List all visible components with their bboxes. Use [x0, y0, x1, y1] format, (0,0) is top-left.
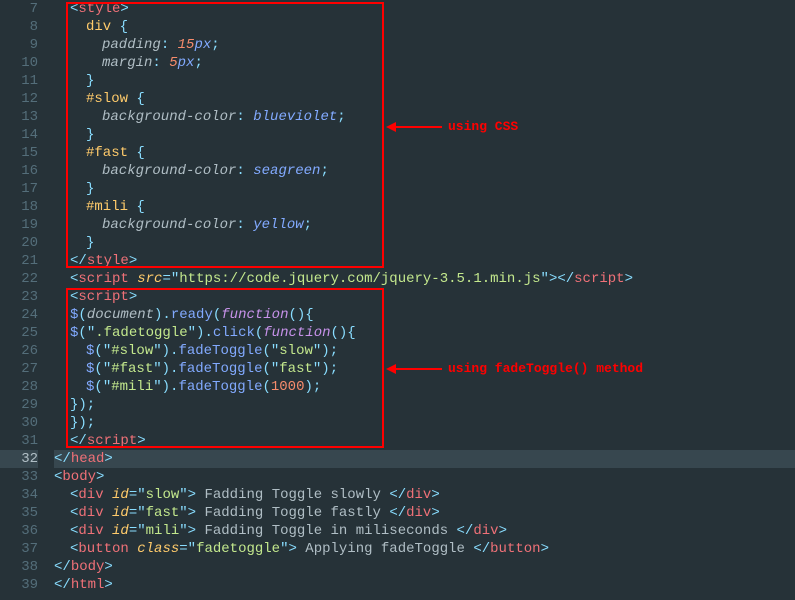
code-line[interactable]: <button class="fadetoggle"> Applying fad…	[54, 540, 795, 558]
line-number: 27	[0, 360, 38, 378]
line-number: 30	[0, 414, 38, 432]
line-number: 33	[0, 468, 38, 486]
line-number: 24	[0, 306, 38, 324]
line-number: 38	[0, 558, 38, 576]
line-number: 10	[0, 54, 38, 72]
code-line[interactable]: <div id="slow"> Fadding Toggle slowly </…	[54, 486, 795, 504]
line-number: 15	[0, 144, 38, 162]
line-number: 31	[0, 432, 38, 450]
code-line[interactable]: }	[54, 72, 795, 90]
code-line[interactable]: margin: 5px;	[54, 54, 795, 72]
line-number: 12	[0, 90, 38, 108]
line-number: 36	[0, 522, 38, 540]
code-line[interactable]: </script>	[54, 432, 795, 450]
code-line[interactable]: background-color: yellow;	[54, 216, 795, 234]
line-number: 34	[0, 486, 38, 504]
code-line[interactable]: div {	[54, 18, 795, 36]
code-line[interactable]: });	[54, 414, 795, 432]
code-line[interactable]: $(".fadetoggle").click(function(){	[54, 324, 795, 342]
code-line[interactable]: <script src="https://code.jquery.com/jqu…	[54, 270, 795, 288]
line-number: 14	[0, 126, 38, 144]
line-number: 35	[0, 504, 38, 522]
code-line[interactable]: </head>	[54, 450, 795, 468]
line-number: 26	[0, 342, 38, 360]
line-number: 16	[0, 162, 38, 180]
line-number: 17	[0, 180, 38, 198]
code-line[interactable]: <body>	[54, 468, 795, 486]
line-number-gutter: 7891011121314151617181920212223242526272…	[0, 0, 48, 600]
line-number: 37	[0, 540, 38, 558]
code-line[interactable]: <div id="mili"> Fadding Toggle in milise…	[54, 522, 795, 540]
code-editor[interactable]: 7891011121314151617181920212223242526272…	[0, 0, 795, 600]
code-line[interactable]: #mili {	[54, 198, 795, 216]
line-number: 22	[0, 270, 38, 288]
line-number: 32	[0, 450, 38, 468]
line-number: 8	[0, 18, 38, 36]
line-number: 25	[0, 324, 38, 342]
code-line[interactable]: </html>	[54, 576, 795, 594]
line-number: 19	[0, 216, 38, 234]
line-number: 9	[0, 36, 38, 54]
line-number: 11	[0, 72, 38, 90]
code-line[interactable]: <style>	[54, 0, 795, 18]
code-line[interactable]: </body>	[54, 558, 795, 576]
line-number: 20	[0, 234, 38, 252]
code-line[interactable]: $("#slow").fadeToggle("slow");	[54, 342, 795, 360]
line-number: 28	[0, 378, 38, 396]
line-number: 21	[0, 252, 38, 270]
code-line[interactable]: <div id="fast"> Fadding Toggle fastly </…	[54, 504, 795, 522]
line-number: 39	[0, 576, 38, 594]
code-line[interactable]: });	[54, 396, 795, 414]
line-number: 7	[0, 0, 38, 18]
code-line[interactable]: background-color: blueviolet;	[54, 108, 795, 126]
code-line[interactable]: }	[54, 126, 795, 144]
code-line[interactable]: $("#fast").fadeToggle("fast");	[54, 360, 795, 378]
code-area[interactable]: <style>div {padding: 15px;margin: 5px;}#…	[48, 0, 795, 600]
line-number: 23	[0, 288, 38, 306]
code-line[interactable]: <script>	[54, 288, 795, 306]
code-line[interactable]: #fast {	[54, 144, 795, 162]
line-number: 13	[0, 108, 38, 126]
code-line[interactable]: $("#mili").fadeToggle(1000);	[54, 378, 795, 396]
code-line[interactable]: #slow {	[54, 90, 795, 108]
code-line[interactable]: }	[54, 180, 795, 198]
line-number: 29	[0, 396, 38, 414]
code-line[interactable]: padding: 15px;	[54, 36, 795, 54]
code-line[interactable]: }	[54, 234, 795, 252]
code-line[interactable]: $(document).ready(function(){	[54, 306, 795, 324]
line-number: 18	[0, 198, 38, 216]
code-line[interactable]: </style>	[54, 252, 795, 270]
code-line[interactable]: background-color: seagreen;	[54, 162, 795, 180]
